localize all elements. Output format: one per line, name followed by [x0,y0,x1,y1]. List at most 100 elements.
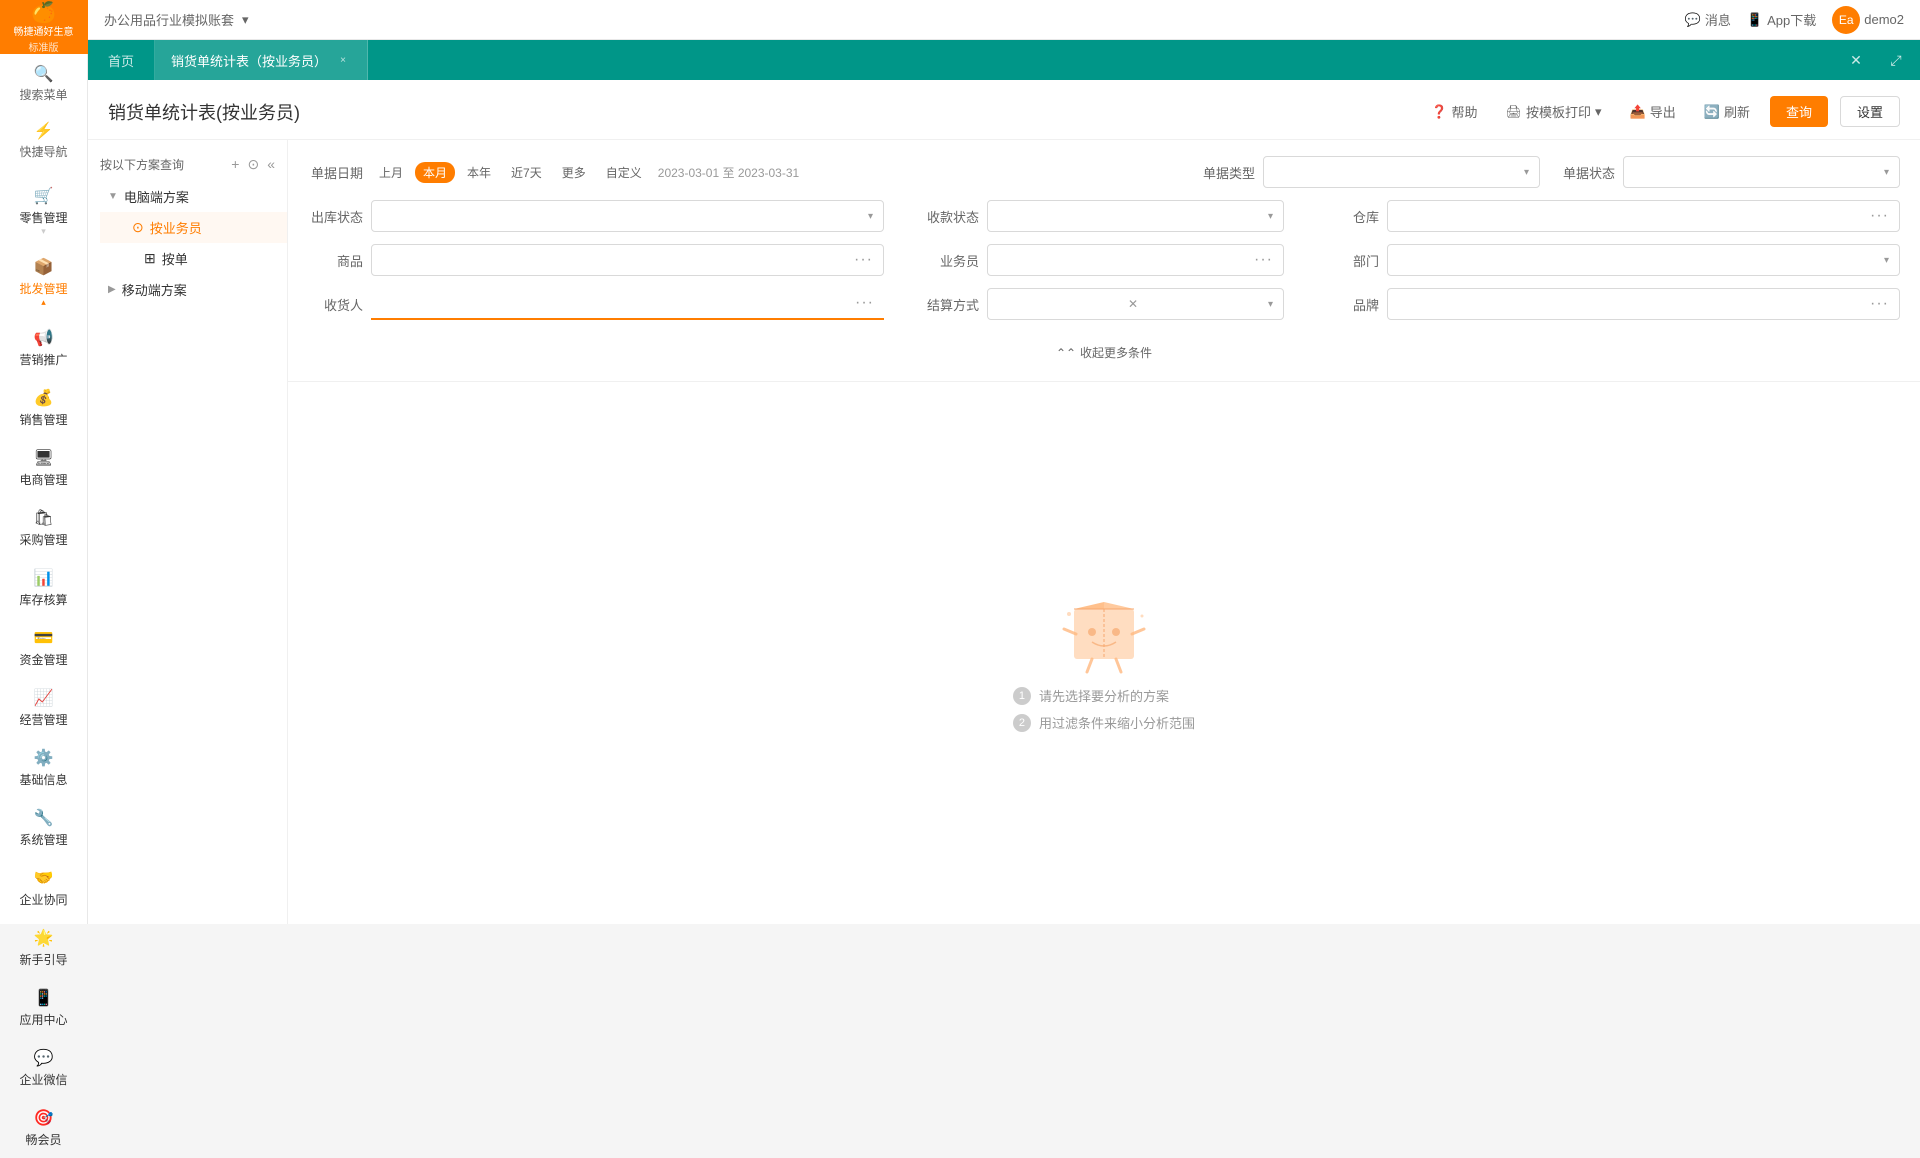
tree-item-by-salesperson[interactable]: ⊙ 按业务员 [100,212,287,243]
tab-sales-stats-label: 销货单统计表（按业务员） [171,51,327,70]
sidebar-item-marketing[interactable]: 📢 营销推广 [0,318,87,378]
date-tab-custom[interactable]: 自定义 [598,162,650,183]
refresh-btn[interactable]: 🔄 刷新 [1696,98,1758,125]
scheme-settings-btn[interactable]: ⊙ [247,156,259,173]
sidebar-item-finance[interactable]: 💳 资金管理 [0,618,87,678]
sidebar-item-newbie[interactable]: 🌟 新手引导 [0,918,87,978]
page-inner: 销货单统计表(按业务员) ❓ 帮助 🖨 按模板打印 ▾ 📤 导出 [88,80,1920,924]
filter-warehouse: 仓库 ··· [1324,200,1900,232]
close-window-btn[interactable]: ✕ [1840,44,1872,76]
basic-icon: ⚙️ [34,748,54,768]
member-label: 畅会员 [25,1131,61,1148]
date-tab-7days[interactable]: 近7天 [503,162,550,183]
tree-item-by-order[interactable]: ⊞ 按单 [100,243,287,274]
inventory-label: 库存核算 [19,591,67,608]
filter-brand: 品牌 ··· [1324,288,1900,320]
wechat-icon: 💬 [34,1048,54,1068]
left-panel-icons: + ⊙ « [231,156,275,173]
query-btn[interactable]: 查询 [1770,96,1828,127]
ecommerce-icon: 🖥 [33,448,53,468]
sidebar-item-enterprise[interactable]: 🤝 企业协同 [0,858,87,918]
wholesale-icon: 📦 [34,257,54,277]
empty-state: 1 请先选择要分析的方案 2 用过滤条件来缩小分析范围 [288,382,1920,924]
app-download-btn[interactable]: 📱 App下载 [1747,10,1816,29]
payment-method-clear[interactable]: ✕ [1124,297,1142,311]
help-btn[interactable]: ❓ 帮助 [1423,98,1485,125]
tree-item-mobile[interactable]: ▶ 移动端方案 [88,274,287,305]
sidebar-item-wechat[interactable]: 💬 企业微信 [0,1038,87,1098]
sidebar-item-purchase[interactable]: 🛍 采购管理 [0,498,87,558]
date-tab-lastmonth[interactable]: 上月 [371,162,411,183]
export-btn[interactable]: 📤 导出 [1622,98,1684,125]
print-label: 按模板打印 [1526,102,1591,121]
filter-department: 部门 ▾ [1324,244,1900,276]
quick-nav[interactable]: ⚡ 快捷导航 [0,113,87,168]
print-btn[interactable]: 🖨 按模板打印 ▾ [1498,98,1610,125]
basic-label: 基础信息 [19,771,67,788]
add-scheme-btn[interactable]: + [231,156,239,173]
app-logo[interactable]: 🍊 畅捷通好生意 标准版 [0,0,88,54]
box-svg [1054,574,1154,674]
recipient-input[interactable]: ··· [371,288,884,320]
sidebar-item-system[interactable]: 🔧 系统管理 [0,798,87,858]
sidebar-search[interactable]: 🔍 搜索菜单 [0,54,87,113]
sidebar-item-operations[interactable]: 📈 经营管理 [0,678,87,738]
left-panel-header: 按以下方案查询 + ⊙ « [88,152,287,181]
sidebar-item-ecommerce[interactable]: 🖥 电商管理 [0,438,87,498]
tab-sales-stats[interactable]: 销货单统计表（按业务员） × [155,40,368,80]
salesperson-dots: ··· [1254,251,1273,269]
payment-method-arrow: ▾ [1268,299,1273,310]
sidebar-item-basic[interactable]: ⚙️ 基础信息 [0,738,87,798]
brand-input[interactable]: ··· [1387,288,1900,320]
collapse-label: 收起更多条件 [1080,344,1152,361]
filter-product: 商品 ··· [308,244,884,276]
receipt-status-input[interactable]: ▾ [987,200,1284,232]
tip-text-1: 请先选择要分析的方案 [1039,686,1169,705]
product-input[interactable]: ··· [371,244,884,276]
date-tab-thismonth[interactable]: 本月 [415,162,455,183]
sidebar-item-sales[interactable]: 💰 销售管理 [0,378,87,438]
user-menu[interactable]: Ea demo2 [1832,6,1904,34]
settings-btn[interactable]: 设置 [1840,96,1900,127]
appstore-icon: 📱 [34,988,54,1008]
sidebar-item-wholesale[interactable]: 📦 批发管理 ▴ [0,247,87,318]
purchase-label: 采购管理 [19,531,67,548]
receipt-status-label: 收款状态 [924,207,979,226]
sidebar-item-member[interactable]: 🎯 畅会员 [0,1098,87,1158]
topbar-right: 💬 消息 📱 App下载 Ea demo2 [1685,6,1904,34]
sidebar-item-inventory[interactable]: 📊 库存核算 [0,558,87,618]
maximize-btn[interactable]: ⤢ [1880,44,1912,76]
message-btn[interactable]: 💬 消息 [1685,10,1731,29]
payment-method-input[interactable]: ✕ ▾ [987,288,1284,320]
department-input[interactable]: ▾ [1387,244,1900,276]
salesperson-input[interactable]: ··· [987,244,1284,276]
finance-icon: 💳 [34,628,54,648]
sidebar-item-appstore[interactable]: 📱 应用中心 [0,978,87,1038]
filter-row-2: 出库状态 ▾ 收款状态 ▾ [308,200,1900,232]
refresh-label: 刷新 [1724,102,1750,121]
user-avatar: Ea [1832,6,1860,34]
date-tab-thisyear[interactable]: 本年 [459,162,499,183]
date-label: 单据日期 [308,163,363,182]
warehouse-input[interactable]: ··· [1387,200,1900,232]
export-icon: 📤 [1630,104,1646,120]
sales-label: 销售管理 [19,411,67,428]
tip-text-2: 用过滤条件来缩小分析范围 [1039,713,1195,732]
out-status-label: 出库状态 [308,207,363,226]
tab-close-btn[interactable]: × [335,52,351,68]
date-tab-more[interactable]: 更多 [554,162,594,183]
tab-home-label: 首页 [108,51,134,70]
breadcrumb[interactable]: 办公用品行业模拟账套 ▾ [104,10,249,29]
doc-type-input[interactable]: ▾ [1263,156,1540,188]
empty-tips: 1 请先选择要分析的方案 2 用过滤条件来缩小分析范围 [1013,686,1195,732]
tab-home[interactable]: 首页 [88,40,155,80]
collapse-btn[interactable]: ⌃⌃ 收起更多条件 [1044,340,1164,365]
sidebar-item-retail[interactable]: 🛒 零售管理 ▾ [0,176,87,247]
doc-status-input[interactable]: ▾ [1623,156,1900,188]
out-status-input[interactable]: ▾ [371,200,884,232]
product-label: 商品 [308,251,363,270]
tree-item-desktop[interactable]: ▼ 电脑端方案 [88,181,287,212]
collapse-panel-btn[interactable]: « [267,156,275,173]
left-panel: 按以下方案查询 + ⊙ « ▼ 电脑端方案 ⊙ [88,140,288,924]
help-label: 帮助 [1451,102,1477,121]
